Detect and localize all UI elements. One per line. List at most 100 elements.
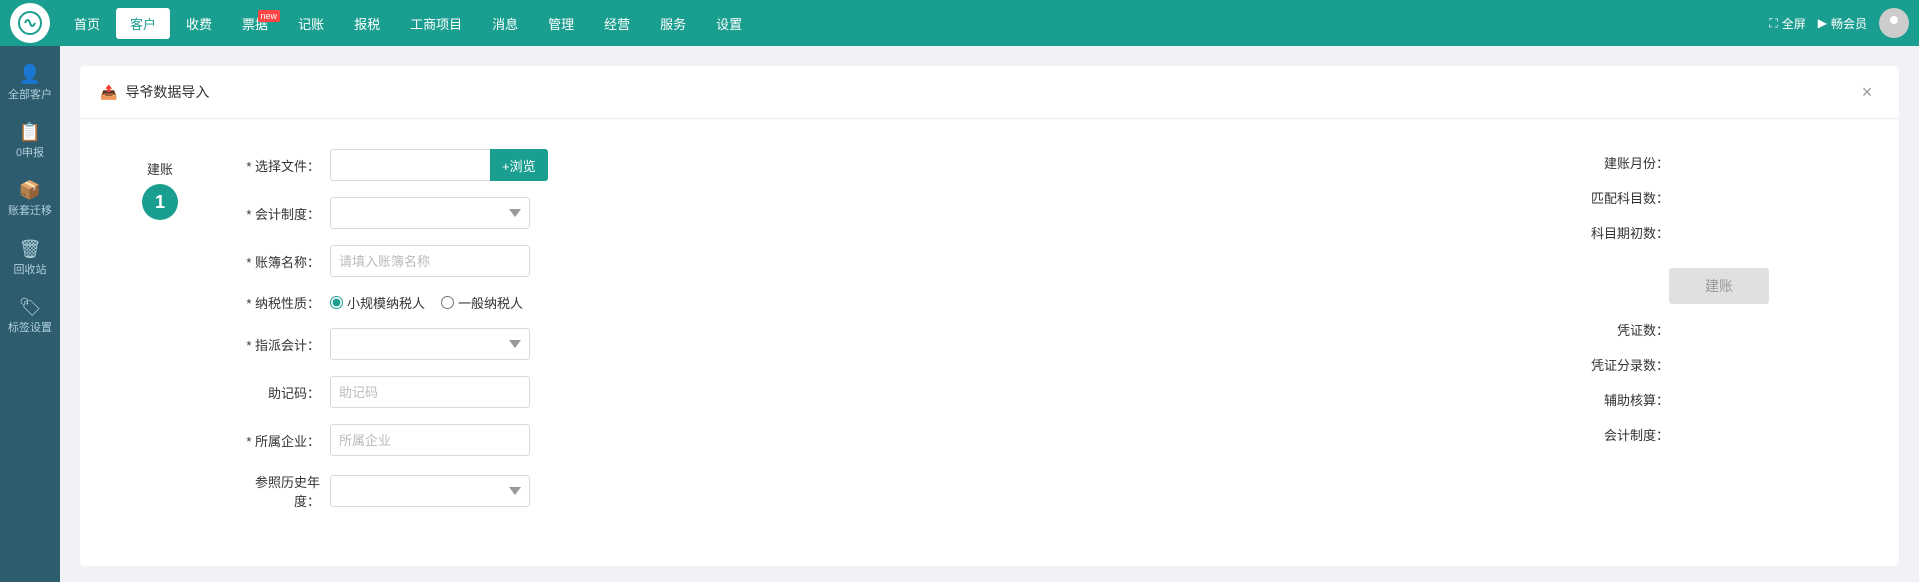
- tax-type-row: * 纳税性质： 小规模纳税人 一般纳税人: [240, 293, 1539, 312]
- voucher-count-label: 凭证数：: [1579, 320, 1669, 339]
- step-section: 建账 1: [120, 149, 200, 510]
- nav-item-business[interactable]: 工商项目: [396, 8, 476, 39]
- nav-item-settings[interactable]: 设置: [702, 8, 756, 39]
- nav-item-home[interactable]: 首页: [60, 8, 114, 39]
- tax-general-label: 一般纳税人: [458, 293, 523, 312]
- user-avatar[interactable]: [1879, 8, 1909, 38]
- sidebar-item-label-account-migration: 账套迁移: [8, 205, 52, 218]
- tax-small-scale-radio[interactable]: 小规模纳税人: [330, 293, 425, 312]
- fullscreen-icon: ⛶: [1769, 16, 1777, 31]
- sidebar-item-all-customers[interactable]: 👤 全部客户: [0, 56, 60, 110]
- step-label: 建账: [147, 159, 173, 178]
- main-content: 📤 导爷数据导入 × 建账 1 * 选择文件：: [60, 46, 1919, 582]
- nav-item-billing[interactable]: 收费: [172, 8, 226, 39]
- voucher-count-row: 凭证数：: [1579, 320, 1859, 339]
- sidebar-item-label-label-settings: 标签设置: [8, 322, 52, 335]
- tax-type-label: * 纳税性质：: [240, 293, 320, 312]
- panel-title-text: 导爷数据导入: [125, 82, 209, 102]
- file-input-wrap: +浏览: [330, 149, 548, 181]
- accounting-system-row: * 会计制度：: [240, 197, 1539, 229]
- nav-item-service[interactable]: 服务: [646, 8, 700, 39]
- step-circle: 1: [142, 184, 178, 220]
- voucher-entries-label: 凭证分录数：: [1579, 355, 1669, 374]
- tax-small-scale-label: 小规模纳税人: [347, 293, 425, 312]
- match-subject-label: 匹配科目数：: [1579, 188, 1669, 207]
- nav-item-messages[interactable]: 消息: [478, 8, 532, 39]
- create-btn-area: 建账: [1579, 268, 1859, 304]
- accountant-label: * 指派会计：: [240, 335, 320, 354]
- panel-header: 📤 导爷数据导入 ×: [80, 66, 1899, 119]
- import-icon: 📤: [100, 84, 117, 101]
- panel-title: 📤 导爷数据导入: [100, 82, 209, 102]
- month-row: 建账月份：: [1579, 153, 1859, 172]
- sidebar-item-label-recycle: 回收站: [14, 264, 47, 277]
- sidebar-item-declaration[interactable]: 📋 0申报: [0, 114, 60, 168]
- month-label: 建账月份：: [1579, 153, 1669, 172]
- subject-init-row: 科目期初数：: [1579, 223, 1859, 242]
- match-subject-row: 匹配科目数：: [1579, 188, 1859, 207]
- declaration-icon: 📋: [19, 122, 41, 143]
- history-year-row: 参照历史年度：: [240, 472, 1539, 510]
- accounting-system2-label: 会计制度：: [1579, 425, 1669, 444]
- memo-code-row: 助记码：: [240, 376, 1539, 408]
- accounting-system-label: * 会计制度：: [240, 204, 320, 223]
- accountant-select[interactable]: [330, 328, 530, 360]
- accounting-system-select[interactable]: [330, 197, 530, 229]
- nav-item-operation[interactable]: 经营: [590, 8, 644, 39]
- memo-code-label: 助记码：: [240, 383, 320, 402]
- sidebar-item-account-migration[interactable]: 📦 账套迁移: [0, 172, 60, 226]
- nav-item-tax[interactable]: 报税: [340, 8, 394, 39]
- history-year-label: 参照历史年度：: [240, 472, 320, 510]
- tax-general-input[interactable]: [441, 296, 454, 309]
- file-label: * 选择文件：: [240, 156, 320, 175]
- nav-menu: 首页 客户 收费 票据 new 记账 报税 工商项目 消息 管理 经营 服务 设…: [60, 8, 1769, 39]
- panel-body: 建账 1 * 选择文件： +浏览 * 会计制度：: [80, 119, 1899, 540]
- accountant-row: * 指派会计：: [240, 328, 1539, 360]
- file-text-input[interactable]: [330, 149, 490, 181]
- auxiliary-label: 辅助核算：: [1579, 390, 1669, 409]
- create-account-button[interactable]: 建账: [1669, 268, 1769, 304]
- top-navigation: 首页 客户 收费 票据 new 记账 报税 工商项目 消息 管理 经营 服务 设…: [0, 0, 1919, 46]
- file-row: * 选择文件： +浏览: [240, 149, 1539, 181]
- sidebar-item-label-declaration: 0申报: [16, 147, 44, 160]
- company-input[interactable]: [330, 424, 530, 456]
- nav-item-invoice[interactable]: 票据 new: [228, 8, 282, 39]
- nav-item-manage[interactable]: 管理: [534, 8, 588, 39]
- history-year-select[interactable]: [330, 475, 530, 507]
- info-section: 建账月份： 匹配科目数： 科目期初数： 建账: [1579, 149, 1859, 510]
- import-panel: 📤 导爷数据导入 × 建账 1 * 选择文件：: [80, 66, 1899, 566]
- ledger-name-label: * 账簿名称：: [240, 252, 320, 271]
- tax-general-radio[interactable]: 一般纳税人: [441, 293, 523, 312]
- sidebar-item-label-all-customers: 全部客户: [8, 89, 52, 102]
- nav-item-customer[interactable]: 客户: [116, 8, 170, 39]
- nav-right-area: ⛶ 全屏 ▶ 畅会员: [1769, 8, 1909, 38]
- ledger-name-row: * 账簿名称：: [240, 245, 1539, 277]
- company-row: * 所属企业：: [240, 424, 1539, 456]
- all-customers-icon: 👤: [19, 64, 41, 85]
- recycle-icon: 🗑: [19, 239, 42, 260]
- ledger-name-input[interactable]: [330, 245, 530, 277]
- fullscreen-button[interactable]: ⛶ 全屏: [1769, 15, 1805, 32]
- membership-icon: ▶: [1818, 16, 1827, 30]
- new-badge: new: [258, 10, 281, 22]
- auxiliary-row: 辅助核算：: [1579, 390, 1859, 409]
- form-section: * 选择文件： +浏览 * 会计制度：: [240, 149, 1539, 510]
- sidebar-item-label-settings[interactable]: 🏷 标签设置: [0, 289, 60, 343]
- account-migration-icon: 📦: [19, 180, 41, 201]
- app-logo[interactable]: [10, 3, 50, 43]
- nav-item-ledger[interactable]: 记账: [284, 8, 338, 39]
- tax-small-scale-input[interactable]: [330, 296, 343, 309]
- sidebar: 👤 全部客户 📋 0申报 📦 账套迁移 🗑 回收站 🏷 标签设置: [0, 46, 60, 582]
- accounting-system2-row: 会计制度：: [1579, 425, 1859, 444]
- close-button[interactable]: ×: [1855, 80, 1879, 104]
- tax-type-radio-group: 小规模纳税人 一般纳税人: [330, 293, 523, 312]
- membership-button[interactable]: ▶ 畅会员: [1818, 15, 1867, 32]
- sidebar-item-recycle[interactable]: 🗑 回收站: [0, 231, 60, 285]
- label-settings-icon: 🏷: [19, 297, 42, 318]
- memo-code-input[interactable]: [330, 376, 530, 408]
- main-layout: 👤 全部客户 📋 0申报 📦 账套迁移 🗑 回收站 🏷 标签设置 📤 导: [0, 46, 1919, 582]
- voucher-entries-row: 凭证分录数：: [1579, 355, 1859, 374]
- subject-init-label: 科目期初数：: [1579, 223, 1669, 242]
- company-label: * 所属企业：: [240, 431, 320, 450]
- browse-button[interactable]: +浏览: [490, 149, 548, 181]
